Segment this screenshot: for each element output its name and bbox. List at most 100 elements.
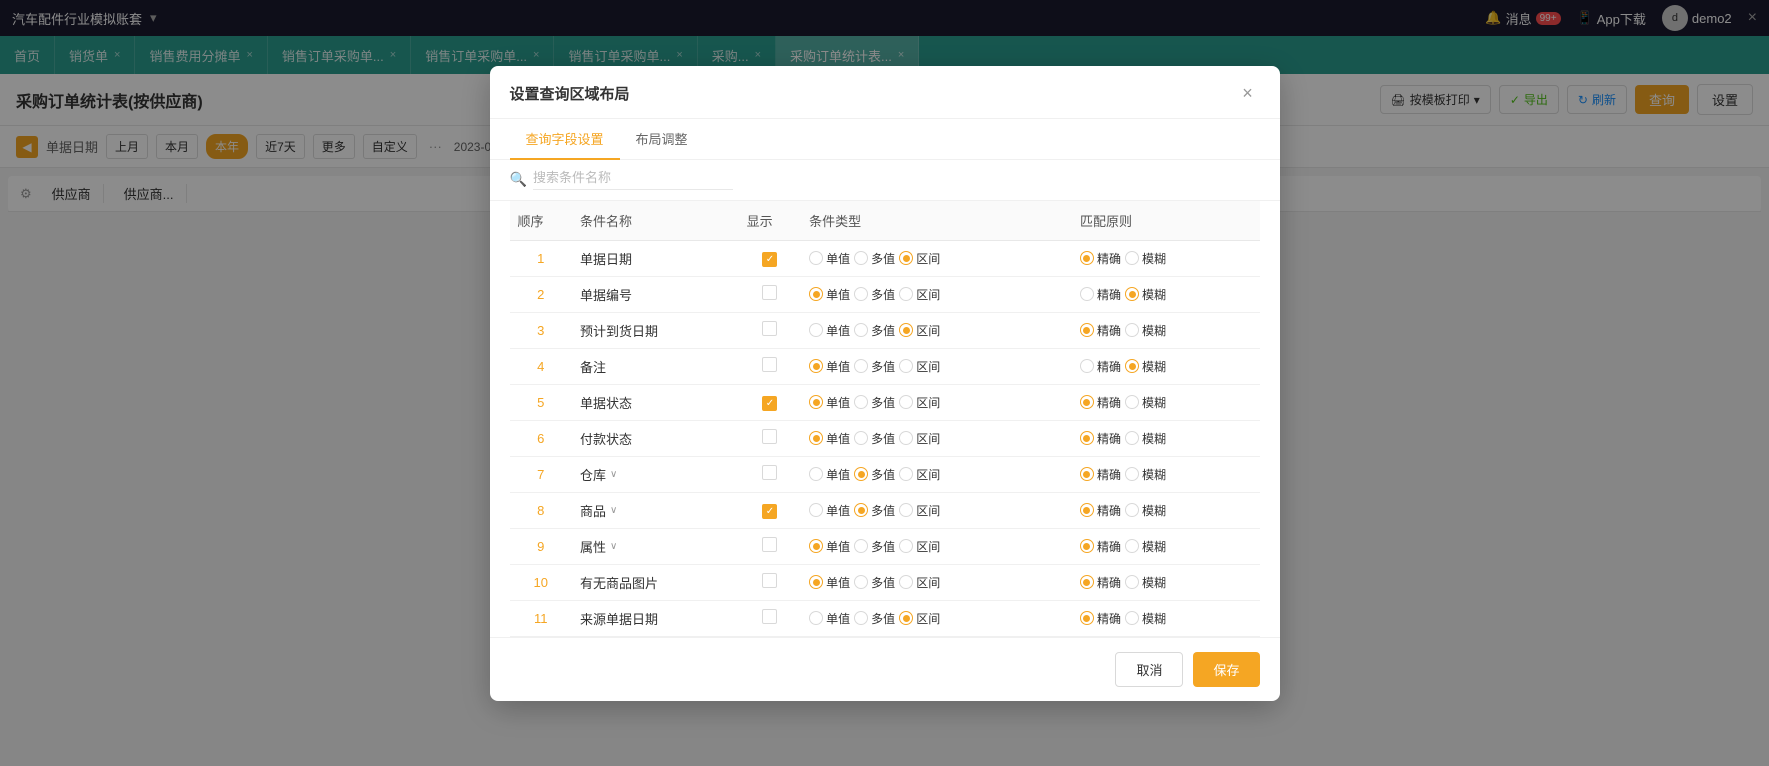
multi-radio[interactable]: 多值 bbox=[854, 322, 895, 339]
fuzzy-radio-btn[interactable] bbox=[1125, 539, 1139, 553]
single-radio-btn[interactable] bbox=[809, 539, 823, 553]
single-radio-btn[interactable] bbox=[809, 503, 823, 517]
display-checkbox[interactable] bbox=[762, 504, 777, 519]
exact-radio-btn[interactable] bbox=[1080, 431, 1094, 445]
range-radio-btn[interactable] bbox=[899, 575, 913, 589]
single-radio-btn[interactable] bbox=[809, 359, 823, 373]
multi-radio-btn[interactable] bbox=[854, 539, 868, 553]
exact-radio-btn[interactable] bbox=[1080, 539, 1094, 553]
multi-radio[interactable]: 多值 bbox=[854, 466, 895, 483]
range-radio[interactable]: 区间 bbox=[899, 358, 940, 375]
exact-radio[interactable]: 精确 bbox=[1080, 610, 1121, 627]
fuzzy-radio-btn[interactable] bbox=[1125, 467, 1139, 481]
modal-close-button[interactable]: × bbox=[1236, 82, 1260, 106]
display-checkbox[interactable] bbox=[762, 357, 777, 372]
fuzzy-radio-btn[interactable] bbox=[1125, 359, 1139, 373]
single-radio-btn[interactable] bbox=[809, 611, 823, 625]
fuzzy-radio[interactable]: 模糊 bbox=[1125, 502, 1166, 519]
fuzzy-radio-btn[interactable] bbox=[1125, 431, 1139, 445]
exact-radio-btn[interactable] bbox=[1080, 359, 1094, 373]
multi-radio[interactable]: 多值 bbox=[854, 286, 895, 303]
exact-radio[interactable]: 精确 bbox=[1080, 394, 1121, 411]
range-radio[interactable]: 区间 bbox=[899, 538, 940, 555]
range-radio[interactable]: 区间 bbox=[899, 286, 940, 303]
exact-radio-btn[interactable] bbox=[1080, 287, 1094, 301]
exact-radio[interactable]: 精确 bbox=[1080, 358, 1121, 375]
range-radio-btn[interactable] bbox=[899, 503, 913, 517]
fuzzy-radio-btn[interactable] bbox=[1125, 251, 1139, 265]
multi-radio[interactable]: 多值 bbox=[854, 358, 895, 375]
display-checkbox[interactable] bbox=[762, 252, 777, 267]
row-display-checkbox[interactable] bbox=[739, 492, 802, 528]
display-checkbox[interactable] bbox=[762, 573, 777, 588]
single-radio[interactable]: 单值 bbox=[809, 394, 850, 411]
exact-radio-btn[interactable] bbox=[1080, 395, 1094, 409]
display-checkbox[interactable] bbox=[762, 465, 777, 480]
single-radio[interactable]: 单值 bbox=[809, 610, 850, 627]
fuzzy-radio[interactable]: 模糊 bbox=[1125, 538, 1166, 555]
fuzzy-radio[interactable]: 模糊 bbox=[1125, 394, 1166, 411]
multi-radio-btn[interactable] bbox=[854, 395, 868, 409]
single-radio[interactable]: 单值 bbox=[809, 466, 850, 483]
multi-radio[interactable]: 多值 bbox=[854, 538, 895, 555]
exact-radio-btn[interactable] bbox=[1080, 503, 1094, 517]
exact-radio-btn[interactable] bbox=[1080, 575, 1094, 589]
row-display-checkbox[interactable] bbox=[739, 420, 802, 456]
range-radio-btn[interactable] bbox=[899, 539, 913, 553]
fuzzy-radio-btn[interactable] bbox=[1125, 395, 1139, 409]
row-display-checkbox[interactable] bbox=[739, 456, 802, 492]
single-radio[interactable]: 单值 bbox=[809, 574, 850, 591]
display-checkbox[interactable] bbox=[762, 321, 777, 336]
exact-radio-btn[interactable] bbox=[1080, 467, 1094, 481]
fuzzy-radio[interactable]: 模糊 bbox=[1125, 286, 1166, 303]
single-radio-btn[interactable] bbox=[809, 395, 823, 409]
range-radio-btn[interactable] bbox=[899, 611, 913, 625]
single-radio-btn[interactable] bbox=[809, 431, 823, 445]
range-radio[interactable]: 区间 bbox=[899, 574, 940, 591]
fuzzy-radio-btn[interactable] bbox=[1125, 611, 1139, 625]
row-display-checkbox[interactable] bbox=[739, 564, 802, 600]
multi-radio-btn[interactable] bbox=[854, 575, 868, 589]
range-radio-btn[interactable] bbox=[899, 287, 913, 301]
exact-radio[interactable]: 精确 bbox=[1080, 502, 1121, 519]
range-radio-btn[interactable] bbox=[899, 323, 913, 337]
fuzzy-radio[interactable]: 模糊 bbox=[1125, 322, 1166, 339]
range-radio[interactable]: 区间 bbox=[899, 502, 940, 519]
search-input[interactable] bbox=[533, 170, 733, 190]
display-checkbox[interactable] bbox=[762, 429, 777, 444]
range-radio[interactable]: 区间 bbox=[899, 610, 940, 627]
fuzzy-radio-btn[interactable] bbox=[1125, 323, 1139, 337]
fuzzy-radio-btn[interactable] bbox=[1125, 575, 1139, 589]
range-radio-btn[interactable] bbox=[899, 431, 913, 445]
single-radio[interactable]: 单值 bbox=[809, 430, 850, 447]
modal-tab-layout[interactable]: 布局调整 bbox=[620, 119, 704, 160]
multi-radio-btn[interactable] bbox=[854, 323, 868, 337]
exact-radio[interactable]: 精确 bbox=[1080, 322, 1121, 339]
exact-radio-btn[interactable] bbox=[1080, 323, 1094, 337]
range-radio-btn[interactable] bbox=[899, 359, 913, 373]
multi-radio-btn[interactable] bbox=[854, 251, 868, 265]
multi-radio-btn[interactable] bbox=[854, 467, 868, 481]
modal-tab-query-fields[interactable]: 查询字段设置 bbox=[510, 119, 620, 160]
single-radio[interactable]: 单值 bbox=[809, 322, 850, 339]
row-display-checkbox[interactable] bbox=[739, 276, 802, 312]
display-checkbox[interactable] bbox=[762, 609, 777, 624]
single-radio[interactable]: 单值 bbox=[809, 502, 850, 519]
single-radio[interactable]: 单值 bbox=[809, 250, 850, 267]
expand-arrow-icon[interactable]: ∨ bbox=[610, 541, 617, 552]
exact-radio[interactable]: 精确 bbox=[1080, 286, 1121, 303]
single-radio[interactable]: 单值 bbox=[809, 286, 850, 303]
save-button[interactable]: 保存 bbox=[1193, 652, 1259, 687]
row-display-checkbox[interactable] bbox=[739, 384, 802, 420]
row-display-checkbox[interactable] bbox=[739, 312, 802, 348]
multi-radio[interactable]: 多值 bbox=[854, 574, 895, 591]
multi-radio-btn[interactable] bbox=[854, 611, 868, 625]
multi-radio[interactable]: 多值 bbox=[854, 394, 895, 411]
expand-arrow-icon[interactable]: ∨ bbox=[610, 505, 617, 516]
range-radio-btn[interactable] bbox=[899, 467, 913, 481]
multi-radio-btn[interactable] bbox=[854, 503, 868, 517]
row-display-checkbox[interactable] bbox=[739, 600, 802, 636]
range-radio[interactable]: 区间 bbox=[899, 394, 940, 411]
fuzzy-radio-btn[interactable] bbox=[1125, 287, 1139, 301]
cancel-button[interactable]: 取消 bbox=[1115, 652, 1183, 687]
